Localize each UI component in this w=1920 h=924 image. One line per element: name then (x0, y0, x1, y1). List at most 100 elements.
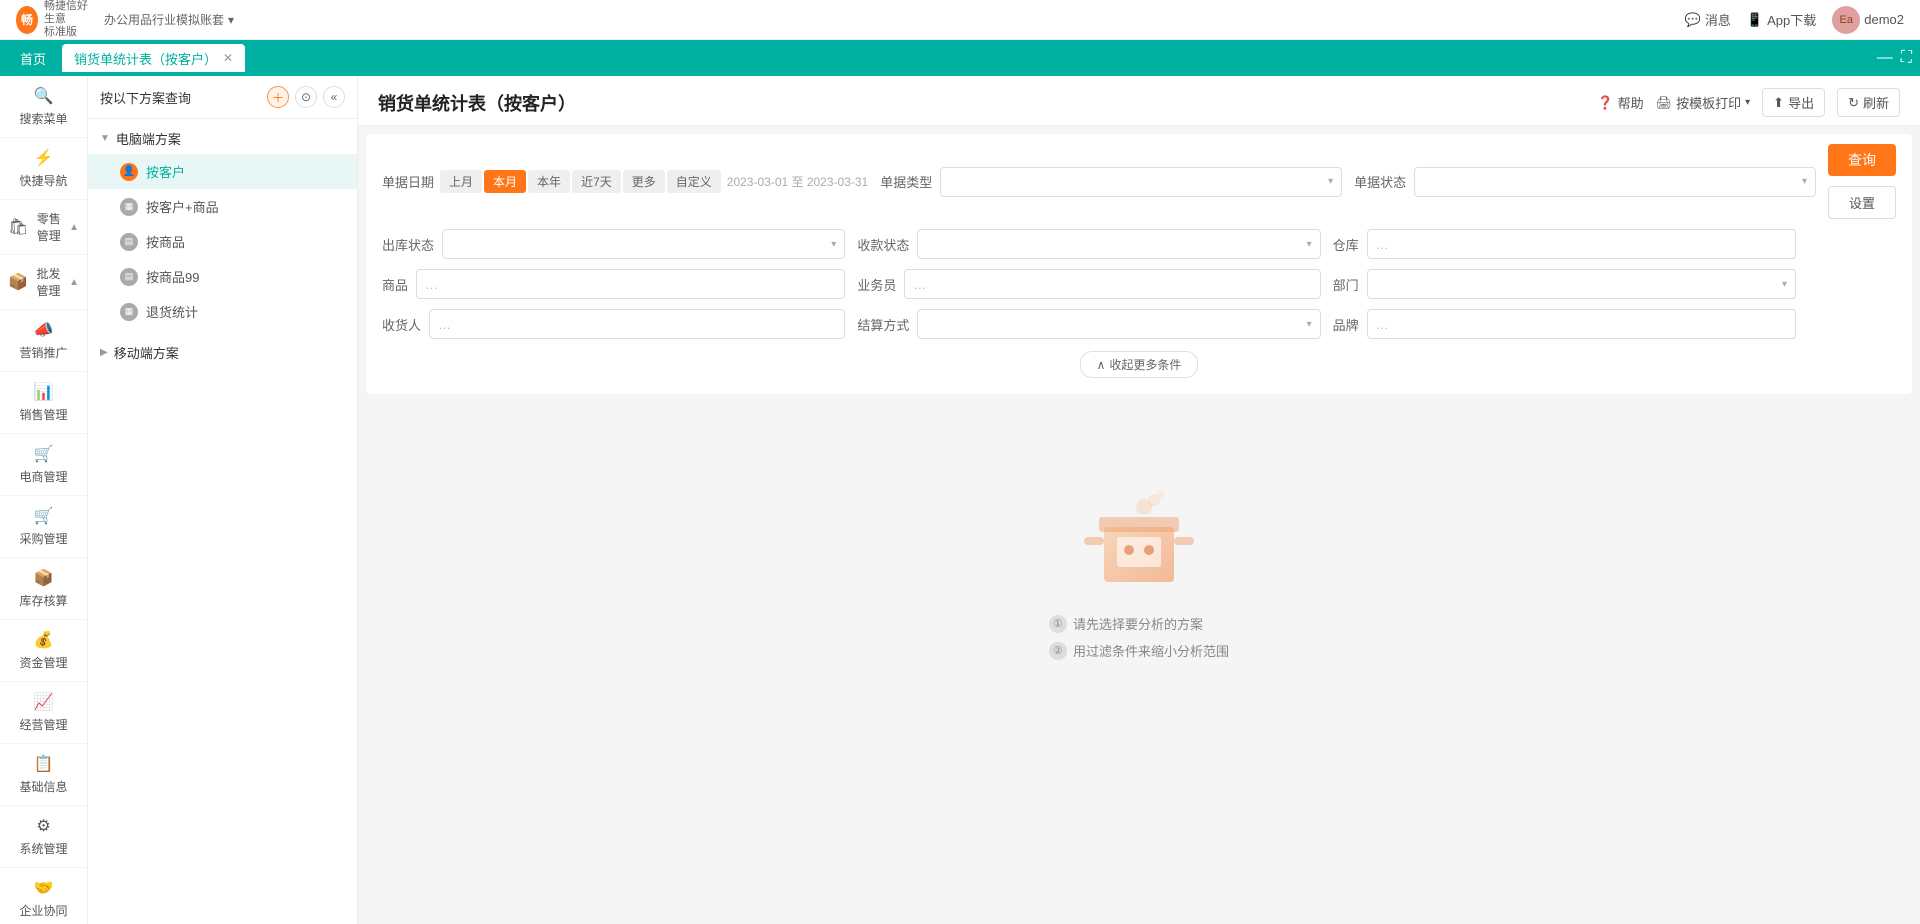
date-this-year-btn[interactable]: 本年 (528, 170, 570, 193)
plan-item-by-goods-label: 按商品 (146, 232, 185, 251)
sidebar-item-sales-label: 销售管理 (19, 406, 67, 423)
plan-icon-by-customer: 👤 (120, 163, 138, 181)
staff-placeholder: … (913, 277, 926, 292)
sidebar-item-marketing[interactable]: 📣 营销推广 (0, 310, 87, 372)
refresh-btn[interactable]: ↻ 刷新 (1837, 88, 1900, 117)
staff-select[interactable]: … (904, 269, 1320, 299)
receipt-status-select[interactable]: ▾ (917, 229, 1320, 259)
sidebar-item-search-menu[interactable]: 🔍 搜索菜单 (0, 76, 87, 138)
user-area[interactable]: Ea demo2 (1832, 6, 1904, 34)
collapse-panel-btn[interactable]: « (323, 86, 345, 108)
hint-num-2: ② (1049, 642, 1067, 660)
sidebar-item-basic[interactable]: 📋 基础信息 (0, 744, 87, 806)
desktop-group-title[interactable]: ▼ 电脑端方案 (88, 123, 357, 154)
query-btn[interactable]: 查询 (1828, 144, 1896, 176)
template-print-btn[interactable]: 🖨 按模板打印 ▾ (1656, 93, 1751, 112)
tab-maximize-btn[interactable]: ⛶ (1901, 49, 1912, 67)
bill-type-label: 单据类型 (880, 172, 932, 191)
avatar: Ea (1832, 6, 1860, 34)
tab-sales-stats[interactable]: 销货单统计表（按客户） ✕ (62, 44, 245, 72)
bill-type-select[interactable]: ▾ (940, 167, 1342, 197)
empty-hint-2-label: 用过滤条件来缩小分析范围 (1073, 641, 1229, 660)
brand-select[interactable]: … (1367, 309, 1796, 339)
department-label: 部门 (1333, 275, 1359, 294)
sidebar-item-purchase[interactable]: 🛒 采购管理 (0, 496, 87, 558)
export-label: 导出 (1788, 93, 1814, 112)
page-title: 销货单统计表（按客户） (378, 90, 576, 116)
plan-icon-by-goods-99: ▤ (120, 268, 138, 286)
sidebar-item-system[interactable]: ⚙ 系统管理 (0, 806, 87, 868)
settings-btn[interactable]: 设置 (1828, 186, 1896, 219)
plan-item-by-goods[interactable]: ▤ 按商品 (88, 224, 357, 259)
message-action[interactable]: 💬 消息 (1685, 10, 1731, 29)
add-plan-btn[interactable]: ＋ (267, 86, 289, 108)
sidebar-item-marketing-label: 营销推广 (19, 344, 67, 361)
date-last-month-btn[interactable]: 上月 (440, 170, 482, 193)
consignee-placeholder: … (438, 317, 451, 332)
plan-item-by-goods-99[interactable]: ▤ 按商品99 (88, 259, 357, 294)
date-this-month-btn[interactable]: 本月 (484, 170, 526, 193)
out-status-select[interactable]: ▾ (442, 229, 845, 259)
sidebar-item-basic-label: 基础信息 (19, 778, 67, 795)
user-name: demo2 (1864, 12, 1904, 27)
quick-nav-icon: ⚡ (34, 148, 54, 168)
department-select[interactable]: ▾ (1367, 269, 1796, 299)
payment-method-select[interactable]: ▾ (917, 309, 1320, 339)
tab-minimize-btn[interactable]: — (1877, 49, 1893, 67)
sidebar-item-wholesale-label: 批发管理 (32, 265, 65, 299)
goods-select[interactable]: … (416, 269, 845, 299)
sidebar-item-enterprise[interactable]: 🤝 企业协同 (0, 868, 87, 924)
sidebar-item-retail[interactable]: 🛍 零售管理 ▲ (0, 200, 87, 255)
department-chevron-icon: ▾ (1782, 279, 1787, 290)
message-label: 消息 (1705, 10, 1731, 29)
date-last-7-days-btn[interactable]: 近7天 (572, 170, 621, 193)
edit-plan-btn[interactable]: ⊙ (295, 86, 317, 108)
plan-item-return-stats[interactable]: ▦ 退货统计 (88, 294, 357, 329)
plan-item-by-customer[interactable]: 👤 按客户 (88, 154, 357, 189)
empty-illustration (1079, 482, 1199, 602)
sidebar-item-inventory[interactable]: 📦 库存核算 (0, 558, 87, 620)
empty-hint-1-label: 请先选择要分析的方案 (1073, 614, 1203, 633)
mobile-group-title[interactable]: ▶ 移动端方案 (88, 337, 357, 368)
right-content: 销货单统计表（按客户） ❓ 帮助 🖨 按模板打印 ▾ ⬆ 导出 ↻ 刷新 (358, 76, 1920, 924)
sidebar-item-enterprise-label: 企业协同 (19, 902, 67, 919)
hint-num-1: ① (1049, 615, 1067, 633)
consignee-select[interactable]: … (429, 309, 845, 339)
help-icon: ❓ (1597, 95, 1613, 111)
collapse-row: ∧ 收起更多条件 (382, 345, 1896, 384)
bill-status-select[interactable]: ▾ (1414, 167, 1816, 197)
app-download-action[interactable]: 📱 App下载 (1747, 10, 1816, 29)
brand-placeholder: … (1376, 317, 1389, 332)
collapse-btn[interactable]: ∧ 收起更多条件 (1080, 351, 1199, 378)
warehouse-select[interactable]: … (1367, 229, 1796, 259)
out-status-label: 出库状态 (382, 235, 434, 254)
export-btn[interactable]: ⬆ 导出 (1762, 88, 1825, 117)
sidebar-item-ecommerce[interactable]: 🛒 电商管理 (0, 434, 87, 496)
sidebar-item-inventory-label: 库存核算 (19, 592, 67, 609)
industry-selector[interactable]: 办公用品行业模拟账套 ▾ (104, 11, 234, 28)
date-more-btn[interactable]: 更多 (623, 170, 665, 193)
date-custom-btn[interactable]: 自定义 (667, 170, 721, 193)
tab-sales-stats-label: 销货单统计表（按客户） (74, 49, 217, 68)
empty-hint-1: ① 请先选择要分析的方案 (1049, 614, 1229, 633)
sidebar-item-sales[interactable]: 📊 销售管理 (0, 372, 87, 434)
tab-home[interactable]: 首页 (8, 44, 58, 72)
tab-close-icon[interactable]: ✕ (223, 51, 233, 65)
desktop-plan-group: ▼ 电脑端方案 👤 按客户 ▦ 按客户+商品 ▤ 按商品 ▤ 按商品99 ▦ 退… (88, 119, 357, 333)
date-range-display: 2023-03-01 至 2023-03-31 (727, 173, 868, 190)
warehouse-label: 仓库 (1333, 235, 1359, 254)
sidebar-item-finance[interactable]: 💰 资金管理 (0, 620, 87, 682)
industry-label: 办公用品行业模拟账套 (104, 11, 224, 28)
plan-item-by-goods-99-label: 按商品99 (146, 267, 199, 286)
sidebar-item-quick-nav[interactable]: ⚡ 快捷导航 (0, 138, 87, 200)
export-icon: ⬆ (1773, 95, 1784, 111)
refresh-label: 刷新 (1863, 93, 1889, 112)
sidebar-item-wholesale[interactable]: 📦 批发管理 ▲ (0, 255, 87, 310)
tab-bar-actions: — ⛶ (1877, 49, 1912, 67)
help-btn[interactable]: ❓ 帮助 (1597, 93, 1643, 112)
inventory-icon: 📦 (34, 568, 54, 588)
mobile-plan-group: ▶ 移动端方案 (88, 333, 357, 372)
sidebar-item-operation[interactable]: 📈 经营管理 (0, 682, 87, 744)
plan-item-by-customer-goods[interactable]: ▦ 按客户+商品 (88, 189, 357, 224)
search-icon: 🔍 (34, 86, 54, 106)
